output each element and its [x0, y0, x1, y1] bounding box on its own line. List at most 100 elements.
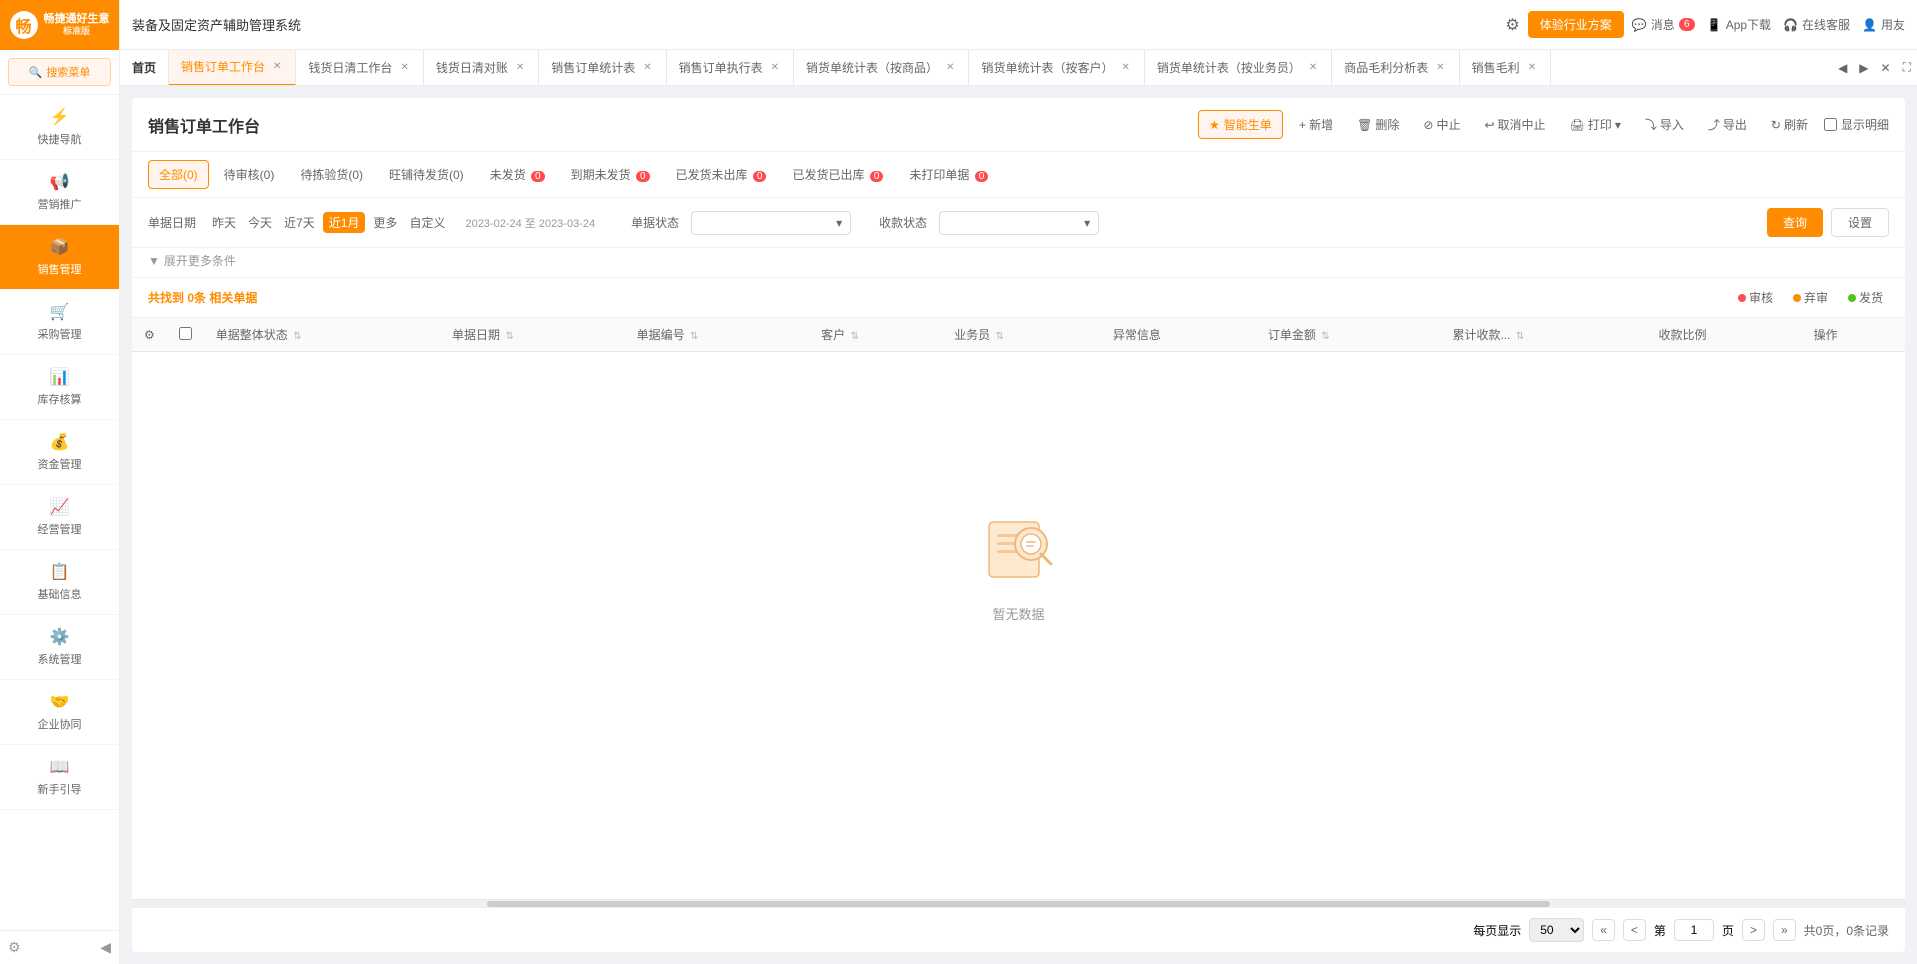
show-detail-checkbox[interactable]: 显示明细	[1824, 116, 1889, 133]
page-number-input[interactable]	[1674, 919, 1714, 941]
payment-filter-select[interactable]: ▾	[939, 211, 1099, 235]
col-number-sort[interactable]: ⇅	[690, 331, 698, 342]
tab-sales-workbench-close[interactable]: ✕	[271, 60, 283, 73]
tab-sales-stats[interactable]: 销售订单统计表 ✕	[539, 50, 666, 86]
expand-icon: ▼	[148, 254, 160, 268]
horizontal-scrollbar-area[interactable]	[132, 899, 1905, 907]
date-opt-custom[interactable]: 自定义	[405, 212, 449, 233]
tab-sales-profit-close[interactable]: ✕	[1526, 61, 1538, 74]
tab-sales-workbench[interactable]: 销售订单工作台 ✕	[169, 50, 296, 86]
query-button[interactable]: 查询	[1767, 208, 1823, 237]
col-received-sort[interactable]: ⇅	[1516, 331, 1524, 342]
sidebar-item-operation[interactable]: 📈 经营管理	[0, 485, 119, 550]
sidebar-item-inventory[interactable]: 📊 库存核算	[0, 355, 119, 420]
stop-button[interactable]: ⊘ 中止	[1415, 111, 1468, 138]
date-opt-7days[interactable]: 近7天	[280, 212, 319, 233]
date-opt-more[interactable]: 更多	[369, 212, 401, 233]
app-download-button[interactable]: 📱 App下载	[1707, 16, 1771, 33]
tab-cash-account-close[interactable]: ✕	[514, 61, 526, 74]
col-customer: 客户 ⇅	[809, 318, 942, 352]
col-status-sort[interactable]: ⇅	[293, 331, 301, 342]
status-filter-select[interactable]: ▾	[691, 211, 851, 235]
tab-sales-exec[interactable]: 销售订单执行表 ✕	[667, 50, 794, 86]
sidebar-settings-button[interactable]: ⚙	[8, 939, 21, 956]
message-button[interactable]: 💬 消息 6	[1632, 16, 1695, 33]
header-gear-button[interactable]: ⚙	[1505, 15, 1519, 35]
tab-sales-profit[interactable]: 销售毛利 ✕	[1460, 50, 1551, 86]
tab-sales-stats-close[interactable]: ✕	[641, 61, 653, 74]
date-opt-today[interactable]: 今天	[244, 212, 276, 233]
delete-button[interactable]: 🗑 删除	[1349, 111, 1407, 138]
tab-sales-summary-staff[interactable]: 销货单统计表（按业务员） ✕	[1145, 50, 1332, 86]
smart-create-button[interactable]: ★ 智能生单	[1198, 110, 1283, 139]
cancel-review-action-button[interactable]: 弃审	[1787, 286, 1834, 309]
tab-product-profit-close[interactable]: ✕	[1434, 61, 1446, 74]
tab-sales-summary-product[interactable]: 销货单统计表（按商品） ✕	[794, 50, 969, 86]
online-service-button[interactable]: 🎧 在线客服	[1783, 16, 1850, 33]
tab-home[interactable]: 首页	[120, 50, 169, 86]
sub-tab-expired[interactable]: 到期未发货 0	[560, 160, 661, 189]
export-button[interactable]: ⤴ 导出	[1700, 111, 1755, 138]
tab-sales-summary-staff-close[interactable]: ✕	[1307, 61, 1319, 74]
tab-product-profit[interactable]: 商品毛利分析表 ✕	[1332, 50, 1459, 86]
cancel-stop-button[interactable]: ↩ 取消中止	[1476, 111, 1553, 138]
import-button[interactable]: ⤵ 导入	[1637, 111, 1692, 138]
filter-row: 单据日期 昨天 今天 近7天 近1月 更多 自定义 2023-02-24 至 2…	[132, 198, 1905, 248]
sidebar-item-quick-nav[interactable]: ⚡ 快捷导航	[0, 95, 119, 160]
col-customer-sort[interactable]: ⇅	[851, 331, 859, 342]
tab-cash-daily-close[interactable]: ✕	[398, 61, 410, 74]
tab-sales-summary-product-close[interactable]: ✕	[944, 61, 956, 74]
tab-cash-account[interactable]: 钱货日清对账 ✕	[424, 50, 539, 86]
sub-tab-shipped-out[interactable]: 已发货已出库 0	[781, 160, 894, 189]
next-page-button[interactable]: >	[1742, 919, 1765, 941]
first-page-button[interactable]: «	[1592, 919, 1615, 941]
col-date-sort[interactable]: ⇅	[505, 331, 513, 342]
show-detail-input[interactable]	[1824, 118, 1837, 131]
tab-fullscreen-button[interactable]: ⛶	[1897, 56, 1917, 79]
sub-tab-wangpu[interactable]: 旺铺待发货(0)	[378, 160, 475, 189]
sidebar-collapse-button[interactable]: ◀	[100, 939, 111, 956]
date-opt-yesterday[interactable]: 昨天	[208, 212, 240, 233]
table-scroll[interactable]: ⚙ 单据整体状态 ⇅ 单据日期 ⇅	[132, 318, 1905, 899]
sidebar-item-purchase[interactable]: 🛒 采购管理	[0, 290, 119, 355]
page-size-select[interactable]: 20 50 100	[1529, 918, 1584, 942]
sidebar-item-marketing[interactable]: 📢 营销推广	[0, 160, 119, 225]
sub-tab-not-printed[interactable]: 未打印单据 0	[898, 160, 999, 189]
sub-tab-pending-inspect[interactable]: 待拣验货(0)	[289, 160, 374, 189]
col-staff-sort[interactable]: ⇅	[995, 331, 1003, 342]
tab-sales-summary-customer-close[interactable]: ✕	[1119, 61, 1131, 74]
sidebar-item-enterprise[interactable]: 🤝 企业协同	[0, 680, 119, 745]
sidebar-item-system[interactable]: ⚙️ 系统管理	[0, 615, 119, 680]
sidebar-item-guide[interactable]: 📖 新手引导	[0, 745, 119, 810]
tab-close-all-button[interactable]: ✕	[1875, 57, 1897, 79]
col-amount-sort[interactable]: ⇅	[1321, 331, 1329, 342]
prev-page-button[interactable]: <	[1623, 919, 1646, 941]
sidebar-item-basic[interactable]: 📋 基础信息	[0, 550, 119, 615]
user-button[interactable]: 👤 用友	[1862, 16, 1905, 33]
sub-tab-pending-review[interactable]: 待审核(0)	[213, 160, 286, 189]
date-opt-1month[interactable]: 近1月	[323, 212, 366, 233]
print-button[interactable]: 🖨 打印 ▾	[1562, 111, 1629, 138]
tab-sales-summary-customer[interactable]: 销货单统计表（按客户） ✕	[969, 50, 1144, 86]
tab-scroll-right-button[interactable]: ▶	[1853, 57, 1874, 79]
last-page-button[interactable]: »	[1773, 919, 1796, 941]
review-action-button[interactable]: 审核	[1732, 286, 1779, 309]
tab-scroll-left-button[interactable]: ◀	[1832, 57, 1853, 79]
industry-solution-button[interactable]: 体验行业方案	[1528, 11, 1624, 38]
new-button[interactable]: + 新增	[1291, 111, 1341, 138]
tab-sales-exec-close[interactable]: ✕	[769, 61, 781, 74]
setting-button[interactable]: 设置	[1831, 208, 1889, 237]
tab-cash-daily[interactable]: 钱货日清工作台 ✕	[296, 50, 423, 86]
search-menu-button[interactable]: 🔍 搜索菜单	[8, 58, 111, 86]
sidebar-item-sales[interactable]: 📦 销售管理	[0, 225, 119, 290]
select-all-checkbox[interactable]	[179, 327, 192, 340]
ship-action-button[interactable]: 发货	[1842, 286, 1889, 309]
sub-tab-not-shipped[interactable]: 未发货 0	[479, 160, 556, 189]
sub-tab-shipped-not-out[interactable]: 已发货未出库 0	[665, 160, 778, 189]
sidebar-item-finance[interactable]: 💰 资金管理	[0, 420, 119, 485]
refresh-button[interactable]: ↻ 刷新	[1763, 111, 1816, 138]
expand-filter-button[interactable]: ▼ 展开更多条件	[148, 252, 1889, 269]
sub-tab-all[interactable]: 全部(0)	[148, 160, 209, 189]
cancel-review-dot	[1793, 294, 1801, 302]
settings-icon[interactable]: ⚙	[144, 328, 155, 342]
